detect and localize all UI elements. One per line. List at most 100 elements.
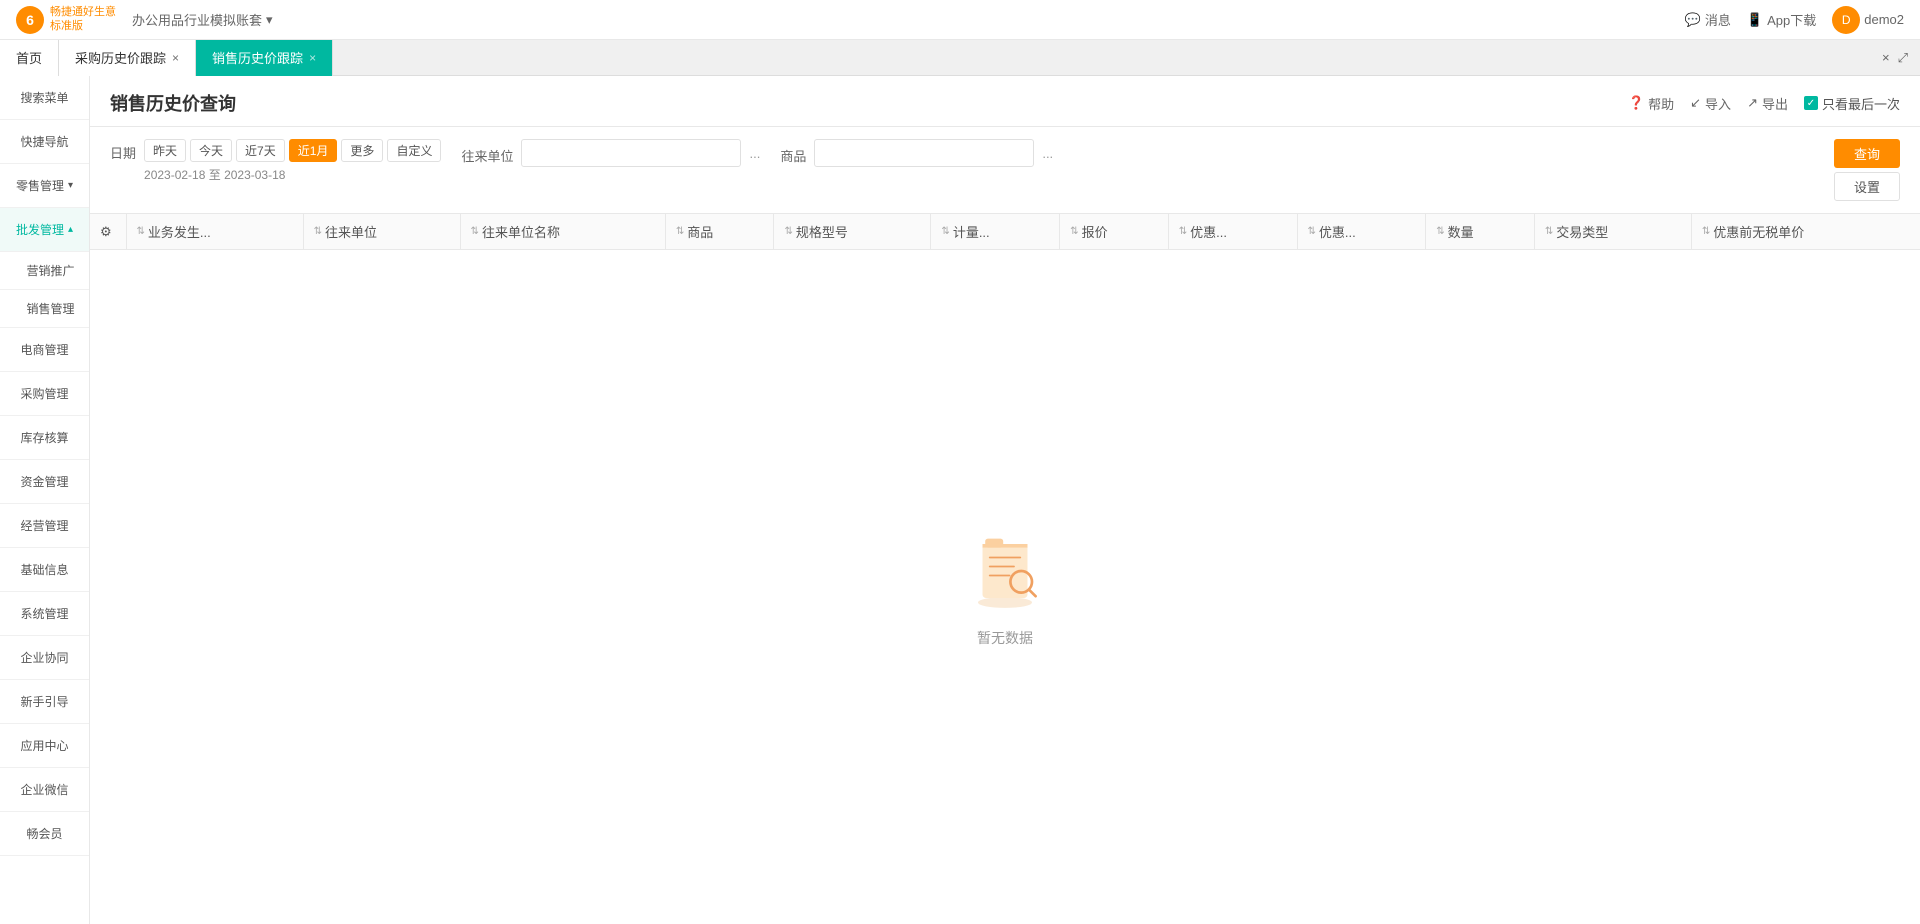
sort-icon[interactable]: ⇅	[1070, 226, 1078, 237]
sort-icon[interactable]: ⇅	[314, 226, 322, 237]
sidebar-item-quick-nav[interactable]: 快捷导航	[0, 120, 89, 164]
sidebar-item-new-guide[interactable]: 新手引导	[0, 680, 89, 724]
import-button[interactable]: ↙ 导入	[1690, 94, 1731, 113]
tab-close-sales[interactable]: ×	[309, 51, 316, 65]
sort-icon[interactable]: ⇅	[676, 226, 684, 237]
sidebar-item-ecommerce[interactable]: 电商管理	[0, 328, 89, 372]
empty-illustration	[960, 526, 1050, 616]
date-btn-today[interactable]: 今天	[190, 139, 232, 162]
help-button[interactable]: ❓ 帮助	[1628, 94, 1674, 113]
sort-icon[interactable]: ⇅	[784, 226, 792, 237]
page-actions: ❓ 帮助 ↙ 导入 ↗ 导出 ✓ 只看最后一次	[1628, 94, 1900, 113]
sidebar-item-app-center[interactable]: 应用中心	[0, 724, 89, 768]
partner-dots[interactable]: ...	[749, 146, 760, 161]
expand-icon[interactable]: ⤢	[1898, 50, 1908, 66]
query-button[interactable]: 查询	[1834, 139, 1900, 168]
sidebar-item-finance[interactable]: 资金管理	[0, 460, 89, 504]
chevron-down-icon: ▾	[266, 12, 273, 28]
goods-input[interactable]	[814, 139, 1034, 167]
table-container: ⚙ ⇅ 业务发生... ⇅ 往来单	[90, 214, 1920, 924]
partner-input[interactable]	[521, 139, 741, 167]
sidebar-subitem-sales-mgmt[interactable]: 销售管理	[0, 290, 89, 328]
export-icon: ↗	[1747, 95, 1758, 111]
date-label: 日期	[110, 139, 136, 162]
date-btn-last1m[interactable]: 近1月	[289, 139, 338, 162]
page-container: 销售历史价查询 ❓ 帮助 ↙ 导入 ↗ 导出 ✓	[90, 76, 1920, 924]
sidebar-item-purchase-mgmt[interactable]: 采购管理	[0, 372, 89, 416]
search-menu-label: 搜索菜单	[20, 89, 68, 106]
sidebar-item-system[interactable]: 系统管理	[0, 592, 89, 636]
col-biz-date: ⇅ 业务发生...	[126, 214, 303, 250]
col-partner-code: ⇅ 往来单位	[303, 214, 460, 250]
col-discount2: ⇅ 优惠...	[1297, 214, 1426, 250]
help-icon: ❓	[1628, 95, 1644, 111]
sort-icon[interactable]: ⇅	[1702, 226, 1710, 237]
workspace-selector[interactable]: 办公用品行业模拟账套 ▾	[124, 6, 281, 33]
logo-area: 6 畅捷通好生意 标准版	[16, 6, 116, 34]
settings-button[interactable]: 设置	[1834, 172, 1900, 201]
logo-text: 畅捷通好生意 标准版	[50, 6, 116, 32]
sort-icon[interactable]: ⇅	[1308, 226, 1316, 237]
sidebar: 搜索菜单 快捷导航 零售管理 ▾ 批发管理 ▴ 营销推广 销售管理 电商管理 采…	[0, 76, 90, 924]
col-discount1: ⇅ 优惠...	[1168, 214, 1297, 250]
only-last-checkbox-area[interactable]: ✓ 只看最后一次	[1804, 94, 1900, 113]
export-button[interactable]: ↗ 导出	[1747, 94, 1788, 113]
sort-icon[interactable]: ⇅	[941, 226, 949, 237]
only-last-checkbox[interactable]: ✓	[1804, 96, 1818, 110]
tab-bar: 首页 采购历史价跟踪 × 销售历史价跟踪 × × ⤢	[0, 40, 1920, 76]
date-filter-group: 日期 昨天 今天 近7天 近1月 更多 自定义 2023-02-18 至 202…	[110, 139, 441, 183]
import-icon: ↙	[1690, 95, 1701, 111]
sidebar-item-enterprise-wechat[interactable]: 企业微信	[0, 768, 89, 812]
col-partner-name: ⇅ 往来单位名称	[460, 214, 665, 250]
retail-mgmt-arrow: ▾	[68, 180, 73, 191]
date-filter: 昨天 今天 近7天 近1月 更多 自定义 2023-02-18 至 2023-0…	[144, 139, 441, 183]
wholesale-mgmt-label: 批发管理	[16, 221, 64, 238]
goods-label: 商品	[780, 142, 806, 165]
date-range: 2023-02-18 至 2023-03-18	[144, 166, 441, 183]
logo-icon: 6	[16, 6, 44, 34]
user-profile[interactable]: D demo2	[1832, 6, 1904, 34]
goods-dots[interactable]: ...	[1042, 146, 1053, 161]
date-options: 昨天 今天 近7天 近1月 更多 自定义	[144, 139, 441, 162]
header-left: 6 畅捷通好生意 标准版 办公用品行业模拟账套 ▾	[16, 6, 281, 34]
sidebar-item-operations[interactable]: 经营管理	[0, 504, 89, 548]
filter-area: 日期 昨天 今天 近7天 近1月 更多 自定义 2023-02-18 至 202…	[90, 127, 1920, 214]
sidebar-item-enterprise-collab[interactable]: 企业协同	[0, 636, 89, 680]
sort-icon[interactable]: ⇅	[1179, 226, 1187, 237]
tab-home[interactable]: 首页	[0, 40, 59, 76]
data-table: ⚙ ⇅ 业务发生... ⇅ 往来单	[90, 214, 1920, 250]
sidebar-item-search-menu[interactable]: 搜索菜单	[0, 76, 89, 120]
sidebar-item-basic-info[interactable]: 基础信息	[0, 548, 89, 592]
date-btn-yesterday[interactable]: 昨天	[144, 139, 186, 162]
settings-icon[interactable]: ⚙	[100, 224, 112, 239]
col-quantity: ⇅ 数量	[1426, 214, 1535, 250]
app-download-action[interactable]: 📱 App下载	[1747, 10, 1816, 29]
empty-state: 暂无数据	[90, 250, 1920, 924]
sort-icon[interactable]: ⇅	[137, 226, 145, 237]
tab-sales-history[interactable]: 销售历史价跟踪 ×	[196, 40, 333, 76]
sidebar-item-retail-mgmt[interactable]: 零售管理 ▾	[0, 164, 89, 208]
sidebar-item-wholesale-mgmt[interactable]: 批发管理 ▴	[0, 208, 89, 252]
col-spec: ⇅ 规格型号	[774, 214, 931, 250]
empty-text: 暂无数据	[977, 628, 1033, 648]
date-btn-custom[interactable]: 自定义	[387, 139, 441, 162]
sidebar-item-inventory[interactable]: 库存核算	[0, 416, 89, 460]
message-icon: 💬	[1685, 12, 1701, 28]
date-btn-last7[interactable]: 近7天	[236, 139, 285, 162]
sort-icon[interactable]: ⇅	[1436, 226, 1444, 237]
col-goods: ⇅ 商品	[665, 214, 774, 250]
date-btn-more[interactable]: 更多	[341, 139, 383, 162]
tab-purchase-history[interactable]: 采购历史价跟踪 ×	[59, 40, 196, 76]
message-action[interactable]: 💬 消息	[1685, 10, 1731, 29]
col-quote: ⇅ 报价	[1060, 214, 1169, 250]
tab-bar-actions: × ⤢	[1882, 50, 1920, 66]
col-settings[interactable]: ⚙	[90, 214, 126, 250]
sidebar-item-member[interactable]: 畅会员	[0, 812, 89, 856]
col-trade-type: ⇅ 交易类型	[1534, 214, 1691, 250]
close-all-tabs-icon[interactable]: ×	[1882, 50, 1890, 65]
sort-icon[interactable]: ⇅	[1545, 226, 1553, 237]
tab-close-purchase[interactable]: ×	[172, 51, 179, 65]
partner-label: 往来单位	[461, 142, 513, 165]
sort-icon[interactable]: ⇅	[471, 226, 479, 237]
sidebar-subitem-marketing[interactable]: 营销推广	[0, 252, 89, 290]
